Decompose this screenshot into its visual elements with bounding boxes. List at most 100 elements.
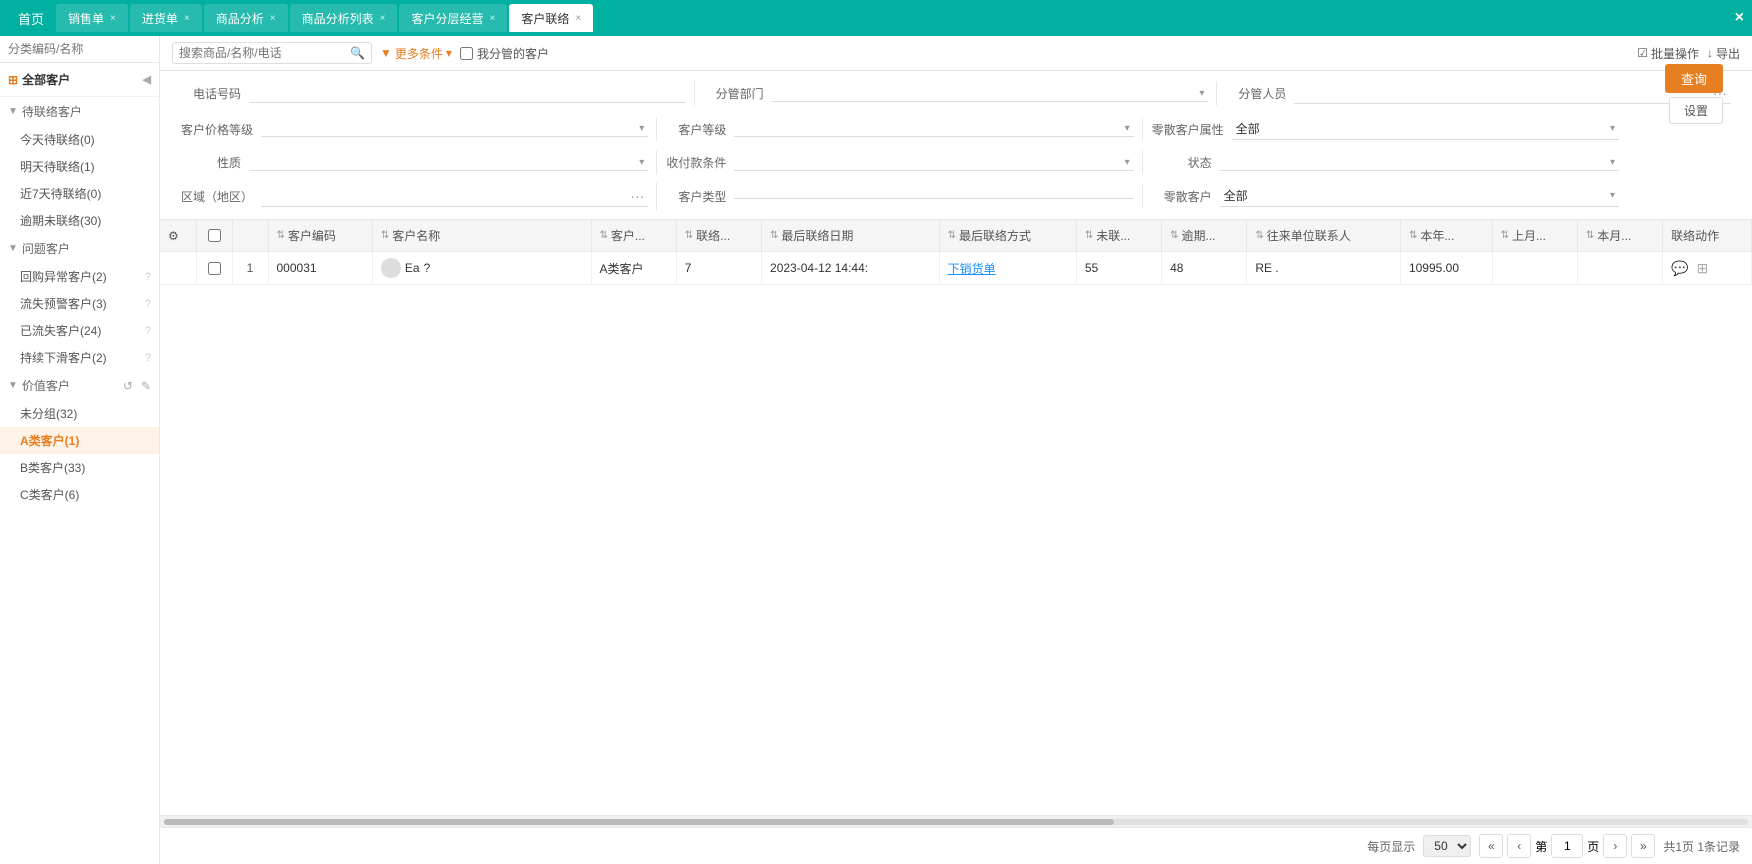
settings-icon[interactable]: ⚙: [168, 229, 179, 243]
phone-input[interactable]: [249, 84, 686, 103]
tab-product-analysis[interactable]: 商品分析 ×: [204, 4, 288, 32]
tab-purchase-order-close[interactable]: ×: [184, 13, 190, 24]
retail-attr-label: 零散客户属性: [1152, 121, 1224, 138]
tab-product-analysis-list-close[interactable]: ×: [380, 13, 386, 24]
first-page-button[interactable]: «: [1479, 834, 1503, 858]
lastcontactdate-col-header[interactable]: ⇅最后联络日期: [762, 220, 940, 252]
question-icon-churn-warning[interactable]: ?: [145, 298, 151, 310]
more-action-icon[interactable]: ⊞: [1697, 260, 1709, 277]
retail-customer-arrow-icon: ▾: [1610, 190, 1615, 201]
price-level-select[interactable]: ▾: [261, 121, 648, 137]
tab-sales-order-close[interactable]: ×: [110, 13, 116, 24]
sidebar-item-declining[interactable]: 持续下滑客户(2) ?: [0, 344, 159, 371]
my-customers-checkbox[interactable]: [460, 47, 473, 60]
tab-product-analysis-close[interactable]: ×: [270, 13, 276, 24]
code-col-header[interactable]: ⇅客户编码: [268, 220, 372, 252]
lastmonth-col-header[interactable]: ⇅上月...: [1492, 220, 1577, 252]
tab-product-analysis-label: 商品分析: [216, 10, 264, 27]
thisyear-col-header[interactable]: ⇅本年...: [1400, 220, 1492, 252]
sidebar-item-a-class[interactable]: A类客户(1): [0, 427, 159, 454]
problem-customers-section[interactable]: ▼ 问题客户: [0, 234, 159, 263]
sidebar-item-tomorrow-pending[interactable]: 明天待联络(1): [0, 153, 159, 180]
notcontacted-col-header[interactable]: ⇅未联...: [1076, 220, 1161, 252]
sort-icon-ctype: ⇅: [600, 230, 608, 241]
sidebar-item-c-class[interactable]: C类客户(6): [0, 481, 159, 508]
tab-customer-segment-close[interactable]: ×: [489, 13, 495, 24]
refresh-icon[interactable]: ↺: [123, 379, 133, 393]
edit-icon[interactable]: ✎: [141, 379, 151, 393]
close-all-button[interactable]: ×: [1735, 9, 1744, 27]
horizontal-scrollbar[interactable]: [160, 815, 1752, 827]
sidebar-item-ungrouped[interactable]: 未分组(32): [0, 400, 159, 427]
filter-row-4: 区域（地区） ··· 客户类型 零散客户 全部 ▾: [172, 181, 1740, 211]
tab-customer-contact[interactable]: 客户联络 ×: [509, 4, 593, 32]
thisyear-cell: 10995.00: [1400, 252, 1492, 285]
tab-sales-order[interactable]: 销售单 ×: [56, 4, 128, 32]
region-dots-icon[interactable]: ···: [630, 188, 644, 204]
notcontacted-cell: 55: [1076, 252, 1161, 285]
retail-customer-select[interactable]: 全部 ▾: [1220, 185, 1619, 207]
last-page-button[interactable]: »: [1631, 834, 1655, 858]
status-select[interactable]: ▾: [1220, 155, 1619, 171]
nature-select[interactable]: ▾: [249, 155, 648, 171]
question-icon-repurchase[interactable]: ?: [145, 271, 151, 283]
query-button[interactable]: 查询: [1665, 64, 1723, 93]
settings-button[interactable]: 设置: [1669, 97, 1723, 124]
page-size-select[interactable]: 50: [1423, 835, 1471, 857]
lastcontactmethod-col-header[interactable]: ⇅最后联络方式: [939, 220, 1076, 252]
dept-select[interactable]: ▾: [772, 86, 1209, 102]
companycontacts-col-header[interactable]: ⇅往来单位联系人: [1247, 220, 1401, 252]
tab-customer-contact-close[interactable]: ×: [575, 13, 581, 24]
filter-row-2: 客户价格等级 ▾ 客户等级 ▾ 零散客户属性 全部: [172, 114, 1740, 144]
export-button[interactable]: ↓ 导出: [1707, 45, 1740, 62]
prev-page-button[interactable]: ‹: [1507, 834, 1531, 858]
customertype-col-header[interactable]: ⇅客户...: [591, 220, 676, 252]
name-col-header[interactable]: ⇅客户名称: [372, 220, 591, 252]
more-conditions-button[interactable]: ▼ 更多条件 ▾: [380, 45, 452, 62]
filter-nature: 性质 ▾: [172, 150, 657, 175]
question-icon-declining[interactable]: ?: [145, 352, 151, 364]
thismonth-col-header[interactable]: ⇅本月...: [1577, 220, 1662, 252]
value-customers-title: 价值客户: [22, 377, 70, 394]
contact-method-link[interactable]: 下销货单: [948, 262, 996, 276]
collapse-icon[interactable]: ◀: [143, 73, 151, 86]
pending-contact-section[interactable]: ▼ 待联络客户: [0, 97, 159, 126]
nature-arrow-icon: ▾: [639, 157, 644, 168]
chat-action-icon[interactable]: 💬: [1671, 260, 1688, 277]
overdue-col-header[interactable]: ⇅逾期...: [1162, 220, 1247, 252]
tab-purchase-order[interactable]: 进货单 ×: [130, 4, 202, 32]
row-checkbox[interactable]: [208, 262, 221, 275]
all-customers-header[interactable]: ⊞ 全部客户 ◀: [0, 63, 159, 97]
select-all-checkbox[interactable]: [208, 229, 221, 242]
customer-type-select[interactable]: [734, 194, 1133, 199]
sidebar-item-churn-warning[interactable]: 流失预警客户(3) ?: [0, 290, 159, 317]
sidebar-item-repurchase-abnormal[interactable]: 回购异常客户(2) ?: [0, 263, 159, 290]
payment-select[interactable]: ▾: [734, 155, 1133, 171]
home-tab[interactable]: 首页: [8, 9, 54, 28]
value-customers-section[interactable]: ▼ 价值客户 ↺ ✎: [0, 371, 159, 400]
my-customers-checkbox-label[interactable]: 我分管的客户: [460, 45, 549, 62]
customer-level-select[interactable]: ▾: [734, 121, 1133, 137]
page-number-input[interactable]: [1551, 834, 1583, 858]
tab-product-analysis-list[interactable]: 商品分析列表 ×: [290, 4, 398, 32]
search-input[interactable]: [179, 46, 346, 60]
sidebar-item-overdue-pending[interactable]: 逾期未联络(30): [0, 207, 159, 234]
settings-col-header[interactable]: ⚙: [160, 220, 196, 252]
sidebar-item-churned[interactable]: 已流失客户(24) ?: [0, 317, 159, 344]
sidebar-item-today-pending[interactable]: 今天待联络(0): [0, 126, 159, 153]
sidebar-item-b-class[interactable]: B类客户(33): [0, 454, 159, 481]
contactcount-col-header[interactable]: ⇅联络...: [676, 220, 761, 252]
tab-sales-order-label: 销售单: [68, 10, 104, 27]
question-icon-churned[interactable]: ?: [145, 325, 151, 337]
next-page-button[interactable]: ›: [1603, 834, 1627, 858]
region-select[interactable]: ···: [261, 186, 648, 207]
sidebar-item-7days-pending[interactable]: 近7天待联络(0): [0, 180, 159, 207]
sort-icon-lcm: ⇅: [948, 230, 956, 241]
search-icon[interactable]: 🔍: [350, 46, 365, 60]
retail-attr-select[interactable]: 全部 ▾: [1232, 118, 1619, 140]
main-layout: 🔍 ⊞ 全部客户 ◀ ▼ 待联络客户 今天待联络(0) 明天待联络(1) 近7天…: [0, 36, 1752, 864]
sidebar-search-input[interactable]: [8, 42, 160, 56]
filter-price-level: 客户价格等级 ▾: [172, 117, 657, 142]
tab-customer-segment[interactable]: 客户分层经营 ×: [399, 4, 507, 32]
batch-operation-button[interactable]: ☑ 批量操作: [1637, 45, 1699, 62]
